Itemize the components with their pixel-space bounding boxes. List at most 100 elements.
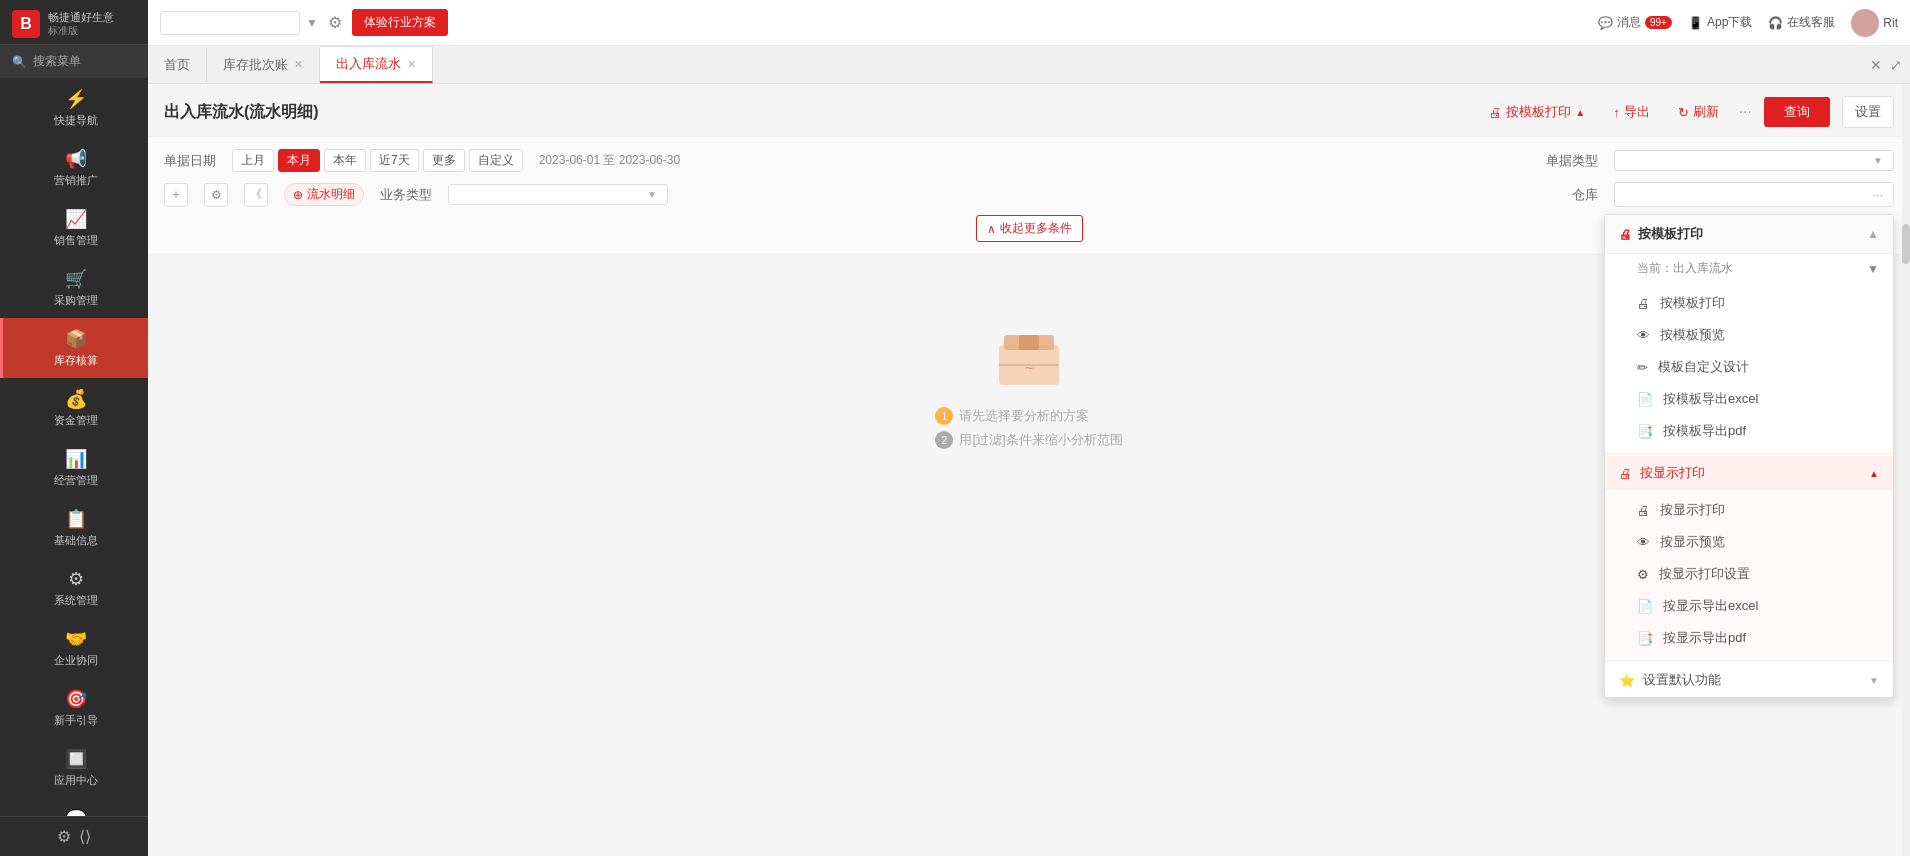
biz-type-select[interactable]: ▼	[448, 184, 668, 205]
sidebar-item-app-center[interactable]: 🔲 应用中心	[0, 738, 148, 798]
date-btn-more[interactable]: 更多	[423, 149, 465, 172]
sidebar-item-basic-info[interactable]: 📋 基础信息	[0, 498, 148, 558]
search-menu-label[interactable]: 搜索菜单	[33, 53, 81, 70]
dp-item-excel-icon: 📄	[1637, 392, 1653, 407]
tip-num-1: 1	[935, 407, 953, 425]
tab-batch-account[interactable]: 库存批次账 ✕	[207, 48, 320, 82]
message-item[interactable]: 💬 消息 99+	[1598, 14, 1672, 31]
sidebar-item-label: 新手引导	[54, 713, 98, 728]
print-template-btn[interactable]: 🖨 按模板打印 ▲	[1481, 99, 1593, 125]
search-dropdown-icon[interactable]: ▼	[306, 16, 318, 30]
dp-item-custom-design[interactable]: ✏ 模板自定义设计	[1605, 351, 1893, 383]
sidebar-item-enterprise-coop[interactable]: 🤝 企业协同	[0, 618, 148, 678]
dp-current-label: 当前：出入库流水	[1637, 260, 1733, 277]
dp-title-label: 按模板打印	[1638, 225, 1703, 243]
dp-display-pdf-icon: 📑	[1637, 631, 1653, 646]
warehouse-select[interactable]: ···	[1614, 182, 1894, 207]
filter-settings-btn[interactable]: ⚙	[204, 183, 228, 207]
query-button[interactable]: 查询	[1764, 97, 1830, 127]
sidebar-item-sales[interactable]: 📈 销售管理	[0, 198, 148, 258]
collapse-btn[interactable]: ∧ 收起更多条件	[976, 215, 1083, 242]
dp-divider-2	[1605, 660, 1893, 661]
tab-batch-close[interactable]: ✕	[294, 58, 303, 71]
dp-item-preview[interactable]: 👁 按模板预览	[1605, 319, 1893, 351]
filter-add-btn[interactable]: +	[164, 183, 188, 207]
dp-item-pdf[interactable]: 📑 按模板导出pdf	[1605, 415, 1893, 447]
sidebar-item-inventory[interactable]: 📦 库存核算	[0, 318, 148, 378]
dp-display-print[interactable]: 🖨 按显示打印	[1605, 494, 1893, 526]
dp-set-default-title: ⭐ 设置默认功能	[1619, 671, 1721, 689]
sidebar-collapse-icon[interactable]: ⟨⟩	[79, 827, 91, 846]
dp-display-print-label: 按显示打印	[1660, 501, 1725, 519]
sidebar-item-finance[interactable]: 💰 资金管理	[0, 378, 148, 438]
tab-close-all-icon[interactable]: ✕	[1870, 57, 1882, 73]
tab-flow[interactable]: 出入库流水 ✕	[320, 46, 433, 83]
sidebar-item-marketing[interactable]: 📢 营销推广	[0, 138, 148, 198]
sidebar-logo: B 畅捷通好生意 标准版	[0, 0, 148, 45]
date-btn-custom[interactable]: 自定义	[469, 149, 523, 172]
tab-flow-close[interactable]: ✕	[407, 58, 416, 71]
topbar-settings-icon[interactable]: ⚙	[328, 13, 342, 32]
sidebar-item-enterprise-wechat[interactable]: 💬 企业微信	[0, 798, 148, 816]
sidebar-item-quick-nav[interactable]: ⚡ 快捷导航	[0, 78, 148, 138]
dp-printer-icon: 🖨	[1619, 227, 1632, 242]
date-range-display: 2023-06-01 至 2023-06-30	[539, 152, 680, 169]
message-label: 消息	[1617, 14, 1641, 31]
dp-item-pdf-label: 按模板导出pdf	[1663, 422, 1746, 440]
finance-icon: 💰	[65, 388, 87, 410]
dp-item-design-icon: ✏	[1637, 360, 1648, 375]
date-btn-this-month[interactable]: 本月	[278, 149, 320, 172]
app-download-icon: 📱	[1688, 16, 1703, 30]
tab-expand-icon[interactable]: ⤢	[1890, 57, 1902, 73]
sidebar-item-purchase[interactable]: 🛒 采购管理	[0, 258, 148, 318]
export-btn[interactable]: ↑ 导出	[1605, 99, 1658, 125]
date-btn-7days[interactable]: 近7天	[370, 149, 419, 172]
warehouse-more-icon[interactable]: ···	[1872, 187, 1883, 202]
settings-button[interactable]: 设置	[1842, 96, 1894, 128]
scrollbar-thumb[interactable]	[1902, 224, 1910, 264]
dp-divider	[1605, 453, 1893, 454]
sidebar-settings-icon[interactable]: ⚙	[57, 827, 71, 846]
dp-display-group-header[interactable]: 🖨 按显示打印 ▲	[1605, 456, 1893, 490]
dp-set-default[interactable]: ⭐ 设置默认功能 ▼	[1605, 663, 1893, 697]
dp-item-excel[interactable]: 📄 按模板导出excel	[1605, 383, 1893, 415]
dp-display-preview[interactable]: 👁 按显示预览	[1605, 526, 1893, 558]
trial-button[interactable]: 体验行业方案	[352, 9, 448, 36]
refresh-icon: ↻	[1678, 105, 1689, 120]
svg-text:~: ~	[1025, 360, 1033, 376]
topbar: ▼ ⚙ 体验行业方案 💬 消息 99+ 📱 App下载 🎧 在线客服	[148, 0, 1910, 46]
refresh-btn[interactable]: ↻ 刷新	[1670, 99, 1727, 125]
app-download-item[interactable]: 📱 App下载	[1688, 14, 1752, 31]
dp-display-excel-icon: 📄	[1637, 599, 1653, 614]
doc-type-select[interactable]: ▼	[1614, 150, 1894, 171]
sidebar-nav: ⚡ 快捷导航 📢 营销推广 📈 销售管理 🛒 采购管理 📦 库存核算 💰	[0, 78, 148, 816]
app-download-label: App下载	[1707, 14, 1752, 31]
filter-collapse-left-btn[interactable]: 《	[244, 183, 268, 207]
user-avatar-item[interactable]: Rit	[1851, 9, 1898, 37]
sidebar-item-beginner[interactable]: 🎯 新手引导	[0, 678, 148, 738]
dp-expand-icon[interactable]: ▲	[1867, 227, 1879, 241]
date-btn-last-month[interactable]: 上月	[232, 149, 274, 172]
dp-display-settings[interactable]: ⚙ 按显示打印设置	[1605, 558, 1893, 590]
dp-display-print-icon: 🖨	[1637, 503, 1650, 518]
dp-current[interactable]: 当前：出入库流水 ▼	[1605, 254, 1893, 283]
dp-item-print[interactable]: 🖨 按模板打印	[1605, 287, 1893, 319]
export-label: 导出	[1624, 103, 1650, 121]
date-btn-this-year[interactable]: 本年	[324, 149, 366, 172]
quick-nav-icon: ⚡	[65, 88, 87, 110]
sidebar-item-operations[interactable]: 📊 经营管理	[0, 438, 148, 498]
beginner-icon: 🎯	[65, 688, 87, 710]
sidebar-item-system[interactable]: ⚙ 系统管理	[0, 558, 148, 618]
collapse-label: 收起更多条件	[1000, 220, 1072, 237]
dp-display-excel[interactable]: 📄 按显示导出excel	[1605, 590, 1893, 622]
filter-label-warehouse: 仓库	[1572, 186, 1598, 204]
more-options-icon[interactable]: ···	[1739, 103, 1752, 121]
dp-display-pdf[interactable]: 📑 按显示导出pdf	[1605, 622, 1893, 654]
online-service-item[interactable]: 🎧 在线客服	[1768, 14, 1835, 31]
user-name-label: Rit	[1883, 16, 1898, 30]
empty-icon: ~	[989, 315, 1069, 395]
dp-item-print-label: 按模板打印	[1660, 294, 1725, 312]
search-input[interactable]	[160, 11, 300, 35]
purchase-icon: 🛒	[65, 268, 87, 290]
tab-home[interactable]: 首页	[148, 48, 207, 82]
